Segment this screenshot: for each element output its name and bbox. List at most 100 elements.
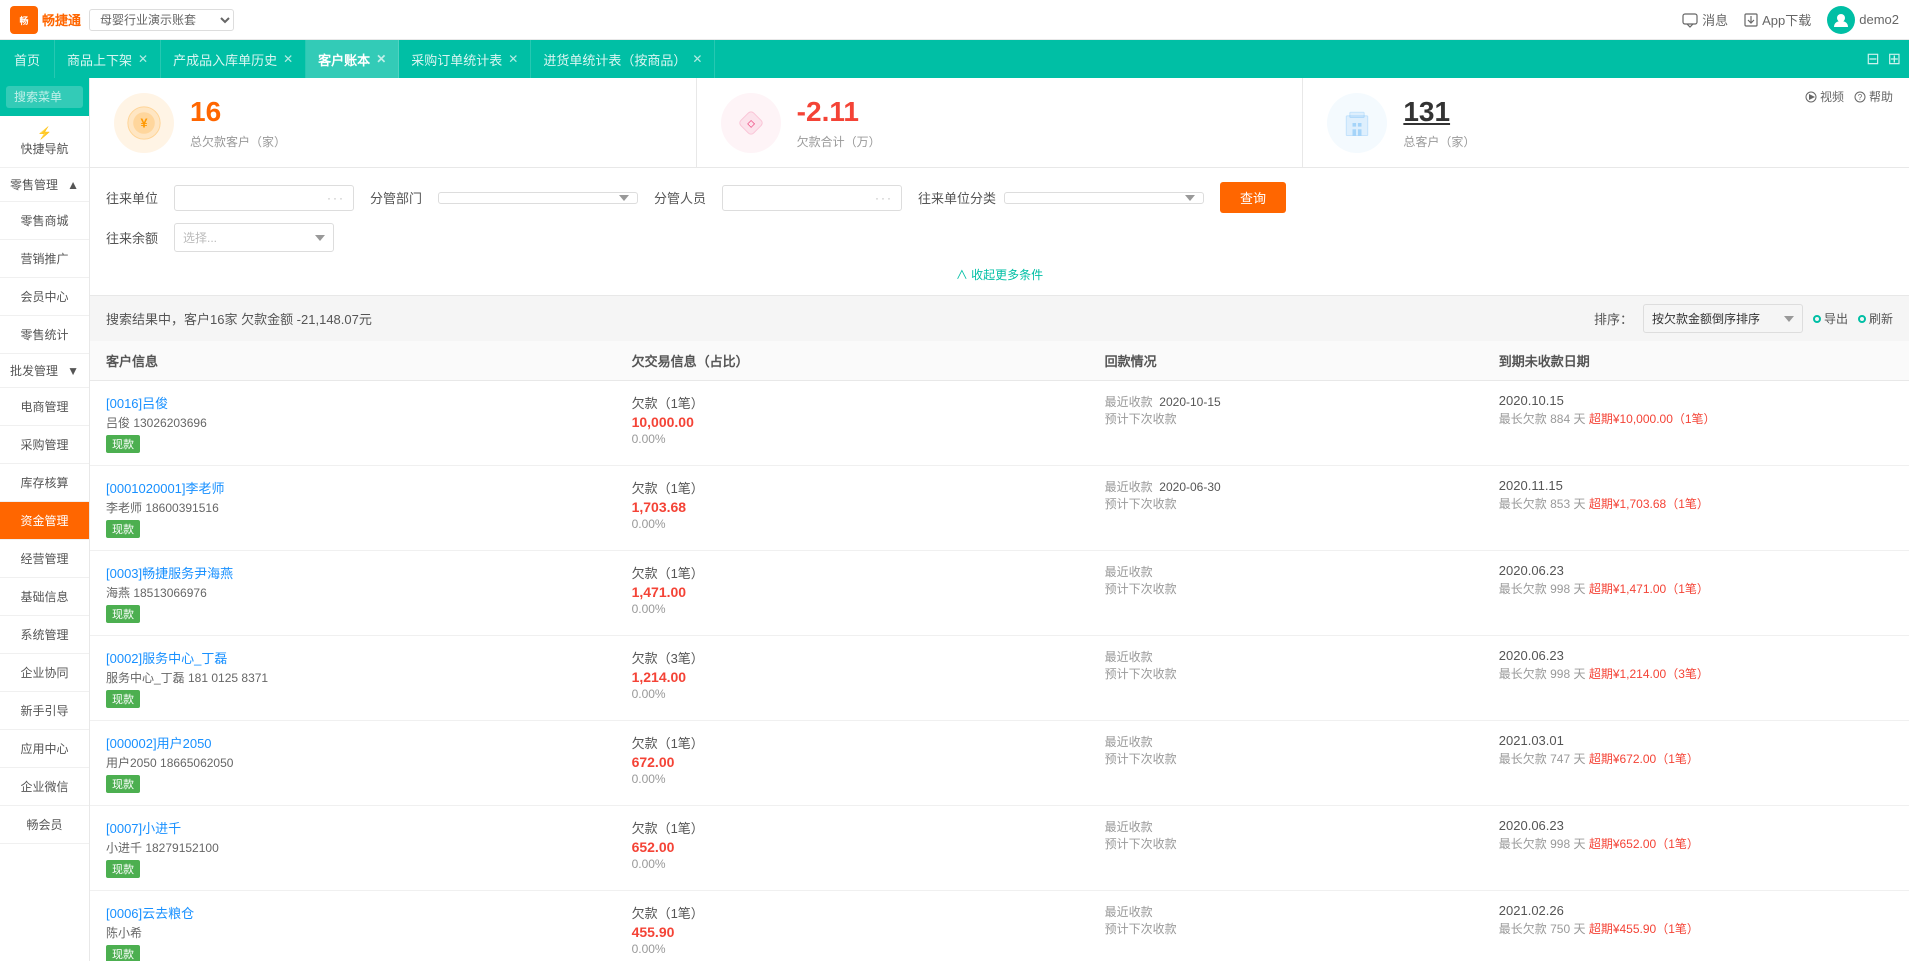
tab-customer-account-close[interactable]: ✕	[376, 52, 386, 66]
avatar	[1827, 6, 1855, 34]
overdue-link-3[interactable]: 超期¥1,471.00（1笔）	[1589, 582, 1709, 596]
table-row: [0001020001]李老师 李老师 18600391516 现款 欠款（1笔…	[90, 466, 1909, 551]
sidebar-item-system[interactable]: 系统管理	[0, 616, 89, 654]
tab-minimize-btn[interactable]: ⊟	[1866, 49, 1879, 69]
tab-bar: 首页 商品上下架 ✕ 产成品入库单历史 ✕ 客户账本 ✕ 采购订单统计表 ✕ 进…	[0, 40, 1909, 78]
cell-payback-4: 最近收款 预计下次收款	[1105, 648, 1499, 682]
sidebar-item-marketing[interactable]: 营销推广	[0, 240, 89, 278]
tab-home[interactable]: 首页	[0, 40, 55, 78]
customer-link-2[interactable]: [0001020001]李老师	[106, 481, 225, 496]
col-header-customer: 客户信息	[106, 351, 632, 370]
sidebar-item-inventory[interactable]: 库存核算	[0, 464, 89, 502]
tab-purchase-order-close[interactable]: ✕	[508, 52, 518, 66]
stat-value-3: 131	[1403, 95, 1475, 129]
logo-icon: 畅	[10, 6, 38, 34]
stat-icon-building	[1327, 93, 1387, 153]
tab-maximize-btn[interactable]: ⊞	[1888, 49, 1901, 69]
export-btn[interactable]: 导出	[1813, 310, 1848, 327]
customer-link-7[interactable]: [0006]云去粮仓	[106, 906, 194, 921]
sidebar-item-app-center[interactable]: 应用中心	[0, 730, 89, 768]
tab-goods-stats[interactable]: 进货单统计表（按商品） ✕	[531, 40, 715, 78]
sidebar-item-wechat[interactable]: 企业微信	[0, 768, 89, 806]
sidebar-item-ecommerce[interactable]: 电商管理	[0, 388, 89, 426]
filter-input-unit[interactable]: ···	[174, 185, 354, 211]
stat-content-1: 16 总欠款客户（家）	[190, 95, 286, 150]
stat-card-debt-customers: ¥ 16 总欠款客户（家）	[90, 78, 697, 167]
refresh-btn[interactable]: 刷新	[1858, 310, 1893, 327]
sidebar-search-input[interactable]	[6, 86, 83, 108]
sidebar-item-retail-mall[interactable]: 零售商城	[0, 202, 89, 240]
overdue-link-7[interactable]: 超期¥455.90（1笔）	[1589, 922, 1699, 936]
customer-link-5[interactable]: [000002]用户2050	[106, 736, 212, 751]
sidebar-item-guide[interactable]: 新手引导	[0, 692, 89, 730]
customer-link-6[interactable]: [0007]小进千	[106, 821, 181, 836]
sidebar-item-purchase[interactable]: 采购管理	[0, 426, 89, 464]
filter-select-balance[interactable]: 选择...	[174, 223, 334, 252]
video-btn[interactable]: 视频	[1805, 88, 1844, 105]
customer-link-1[interactable]: [0016]吕俊	[106, 396, 168, 411]
tab-goods-stats-close[interactable]: ✕	[692, 52, 702, 66]
overdue-link-1[interactable]: 超期¥10,000.00（1笔）	[1589, 412, 1716, 426]
sidebar-item-wholesale-mgmt[interactable]: 批发管理 ▼	[0, 354, 89, 388]
sidebar-item-member[interactable]: 会员中心	[0, 278, 89, 316]
tab-finished-goods[interactable]: 产成品入库单历史 ✕	[161, 40, 306, 78]
cell-debt-3: 欠款（1笔） 1,471.00 0.00%	[632, 563, 1105, 616]
filter-row-2: 往来余额 选择...	[106, 223, 1893, 252]
customer-link-3[interactable]: [0003]畅捷服务尹海燕	[106, 566, 233, 581]
app-download-btn[interactable]: App下载	[1744, 10, 1811, 29]
overdue-link-5[interactable]: 超期¥672.00（1笔）	[1589, 752, 1699, 766]
tab-product-listing-close[interactable]: ✕	[138, 52, 148, 66]
results-actions: 排序： 按欠款金额倒序排序 导出 刷新	[1594, 304, 1893, 333]
sidebar-item-retail-stats[interactable]: 零售统计	[0, 316, 89, 354]
cell-payback-3: 最近收款 预计下次收款	[1105, 563, 1499, 597]
sidebar-item-finance[interactable]: 资金管理	[0, 502, 89, 540]
overdue-link-6[interactable]: 超期¥652.00（1笔）	[1589, 837, 1699, 851]
sidebar-item-quick-nav[interactable]: ⚡ 快捷导航	[0, 116, 89, 168]
collapse-bar[interactable]: ∧ 收起更多条件	[106, 262, 1893, 287]
logo-text: 畅捷通	[42, 10, 81, 29]
col-header-payback: 回款情况	[1105, 351, 1499, 370]
customer-tag-5: 现款	[106, 775, 140, 793]
sidebar-item-operation[interactable]: 经营管理	[0, 540, 89, 578]
tab-customer-account[interactable]: 客户账本 ✕	[306, 40, 399, 78]
sidebar-item-basic-info[interactable]: 基础信息	[0, 578, 89, 616]
cell-due-1: 2020.10.15 最长欠款 884 天 超期¥10,000.00（1笔）	[1499, 393, 1893, 427]
overdue-link-2[interactable]: 超期¥1,703.68（1笔）	[1589, 497, 1709, 511]
stat-content-2: -2.11 欠款合计（万）	[797, 95, 881, 150]
filter-label-balance: 往来余额	[106, 228, 166, 247]
message-btn[interactable]: 消息	[1682, 10, 1728, 29]
company-selector[interactable]: 母婴行业演示账套	[89, 9, 234, 31]
cell-due-5: 2021.03.01 最长欠款 747 天 超期¥672.00（1笔）	[1499, 733, 1893, 767]
cell-customer-7: [0006]云去粮仓 陈小希 现款	[106, 903, 632, 961]
header-left: 畅 畅捷通 母婴行业演示账套	[10, 6, 234, 34]
cell-customer-5: [000002]用户2050 用户2050 18665062050 现款	[106, 733, 632, 793]
tab-product-listing[interactable]: 商品上下架 ✕	[55, 40, 161, 78]
cell-customer-3: [0003]畅捷服务尹海燕 海燕 18513066976 现款	[106, 563, 632, 623]
filter-item-category: 往来单位分类	[918, 188, 1204, 207]
sidebar-item-membership[interactable]: 畅会员	[0, 806, 89, 844]
tab-bar-controls: ⊟ ⊞	[1866, 49, 1909, 69]
customer-phone-1: 吕俊 13026203696	[106, 414, 632, 431]
table-row: [0003]畅捷服务尹海燕 海燕 18513066976 现款 欠款（1笔） 1…	[90, 551, 1909, 636]
sidebar-item-collaboration[interactable]: 企业协同	[0, 654, 89, 692]
tab-finished-goods-close[interactable]: ✕	[283, 52, 293, 66]
overdue-link-4[interactable]: 超期¥1,214.00（3笔）	[1589, 667, 1709, 681]
filter-input-person[interactable]: ···	[722, 185, 902, 211]
search-button[interactable]: 查询	[1220, 182, 1286, 213]
cell-debt-4: 欠款（3笔） 1,214.00 0.00%	[632, 648, 1105, 701]
cell-debt-1: 欠款（1笔） 10,000.00 0.00%	[632, 393, 1105, 446]
sort-select[interactable]: 按欠款金额倒序排序	[1643, 304, 1803, 333]
logo-area: 畅 畅捷通	[10, 6, 81, 34]
filter-select-category[interactable]	[1004, 192, 1204, 204]
filter-item-balance: 往来余额 选择...	[106, 223, 334, 252]
cell-debt-5: 欠款（1笔） 672.00 0.00%	[632, 733, 1105, 786]
cell-payback-2: 最近收款 2020-06-30 预计下次收款	[1105, 478, 1499, 512]
filter-select-dept[interactable]	[438, 192, 638, 204]
tab-purchase-order[interactable]: 采购订单统计表 ✕	[399, 40, 531, 78]
user-avatar[interactable]: demo2	[1827, 6, 1899, 34]
help-btn[interactable]: ? 帮助	[1854, 88, 1893, 105]
stat-card-total-customers: 131 总客户（家） 视频 ? 帮助	[1303, 78, 1909, 167]
sidebar-item-retail-mgmt[interactable]: 零售管理 ▲	[0, 168, 89, 202]
filter-row-1: 往来单位 ··· 分管部门 分管人员	[106, 182, 1893, 213]
customer-link-4[interactable]: [0002]服务中心_丁磊	[106, 651, 227, 666]
